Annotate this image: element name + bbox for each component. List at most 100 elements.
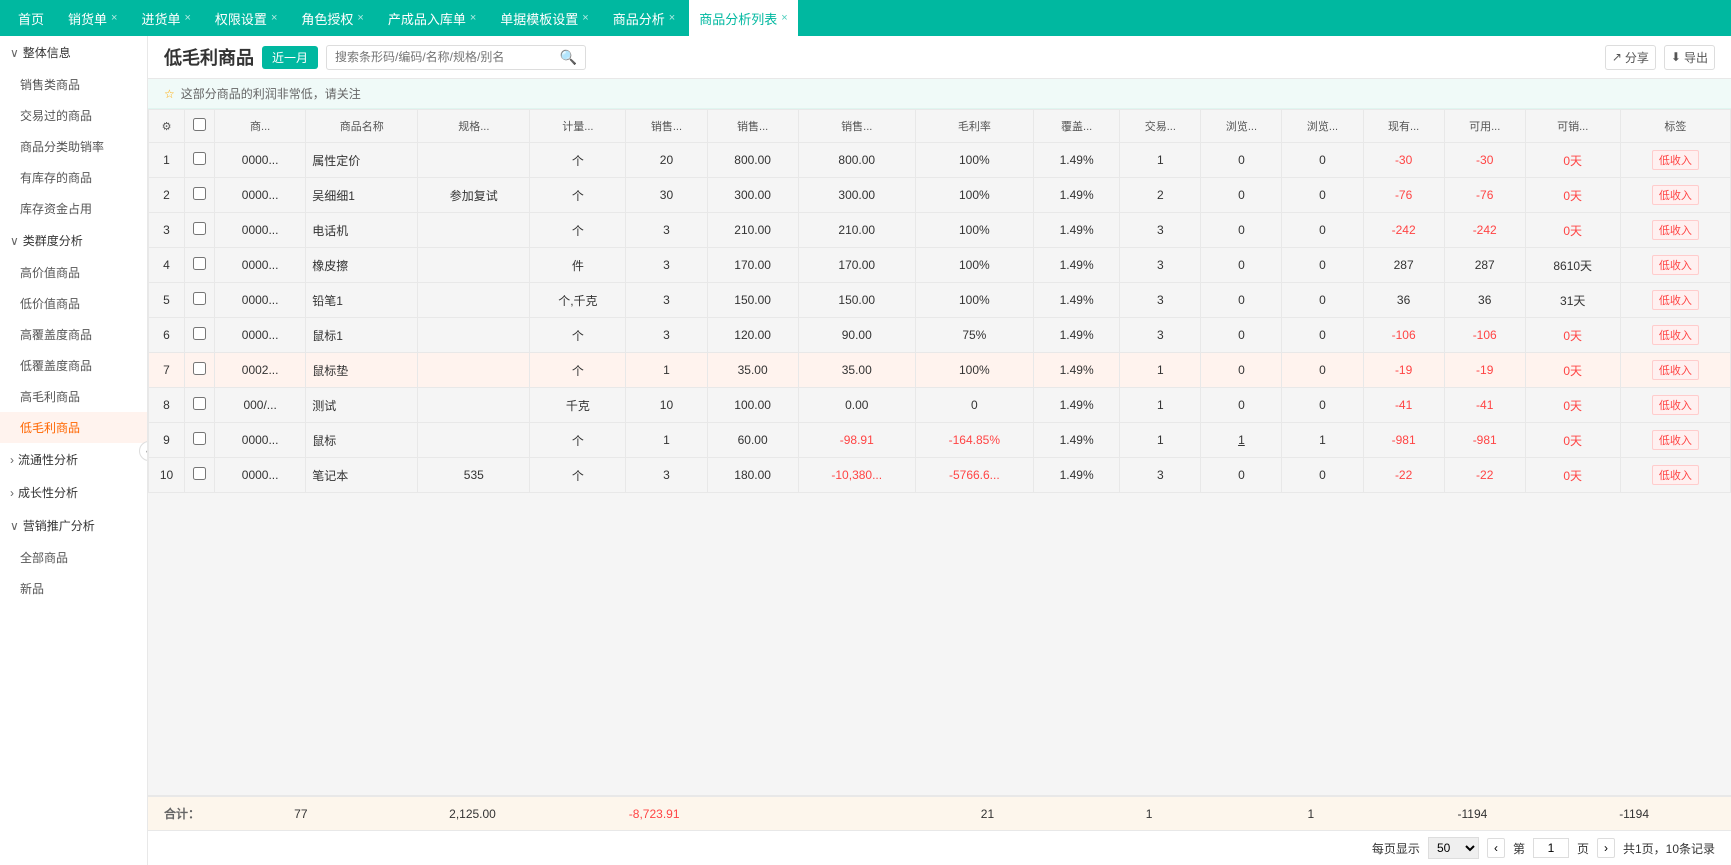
row-checkbox[interactable] <box>185 178 215 213</box>
row-code: 0002... <box>215 353 306 388</box>
row-name[interactable]: 属性定价 <box>306 143 418 178</box>
tag-badge: 低收入 <box>1652 360 1699 380</box>
sidebar-item-category-sales-rate[interactable]: 商品分类助销率 <box>0 131 147 162</box>
sidebar-item-all-products[interactable]: 全部商品 <box>0 542 147 573</box>
row-checkbox[interactable] <box>185 353 215 388</box>
sidebar-item-in-stock[interactable]: 有库存的商品 <box>0 162 147 193</box>
sidebar-item-high-profit[interactable]: 高毛利商品 <box>0 381 147 412</box>
nav-template-settings[interactable]: 单据模板设置 × <box>490 0 598 36</box>
row-select-checkbox[interactable] <box>193 362 206 375</box>
nav-home[interactable]: 首页 <box>8 0 54 36</box>
search-input[interactable] <box>335 50 560 64</box>
sidebar-item-low-profit[interactable]: 低毛利商品 <box>0 412 147 443</box>
sidebar-group-cluster-analysis[interactable]: ∨ 类群度分析 <box>0 224 147 257</box>
sidebar-item-high-coverage[interactable]: 高覆盖度商品 <box>0 319 147 350</box>
row-name[interactable]: 测试 <box>306 388 418 423</box>
share-button[interactable]: ↗ 分享 <box>1605 45 1656 70</box>
page-number-input[interactable] <box>1533 838 1569 858</box>
row-select-checkbox[interactable] <box>193 432 206 445</box>
sidebar-item-low-coverage[interactable]: 低覆盖度商品 <box>0 350 147 381</box>
row-code: 0000... <box>215 248 306 283</box>
row-checkbox[interactable] <box>185 283 215 318</box>
row-name[interactable]: 笔记本 <box>306 458 418 493</box>
export-icon: ⬇ <box>1671 50 1681 64</box>
select-all-checkbox[interactable] <box>193 118 206 131</box>
footer-browse1: 1 <box>1119 807 1179 821</box>
sidebar-group-growth-analysis[interactable]: › 成长性分析 <box>0 476 147 509</box>
nav-role-auth[interactable]: 角色授权 × <box>291 0 373 36</box>
row-saleable: 0天 <box>1525 178 1620 213</box>
page-label: 第 <box>1513 840 1525 857</box>
row-sale-price: 180.00 <box>707 458 798 493</box>
row-gross-rate: 100% <box>915 143 1033 178</box>
row-checkbox[interactable] <box>185 318 215 353</box>
row-select-checkbox[interactable] <box>193 152 206 165</box>
table-container: ⚙ 商... 商品名称 规格... 计量... 销售... 销售... 销售..… <box>148 109 1731 795</box>
sidebar-item-high-value[interactable]: 高价值商品 <box>0 257 147 288</box>
sidebar-group-liquidity-analysis[interactable]: › 流通性分析 <box>0 443 147 476</box>
row-sale-price: 170.00 <box>707 248 798 283</box>
nav-product-entry[interactable]: 产成品入库单 × <box>378 0 486 36</box>
row-saleable: 0天 <box>1525 388 1620 423</box>
col-sale-price-header: 销售... <box>707 110 798 143</box>
row-checkbox[interactable] <box>185 213 215 248</box>
row-name[interactable]: 鼠标 <box>306 423 418 458</box>
row-name[interactable]: 橡皮擦 <box>306 248 418 283</box>
close-icon[interactable]: × <box>271 12 277 24</box>
nav-permission-settings[interactable]: 权限设置 × <box>205 0 287 36</box>
row-gross-rate: 100% <box>915 213 1033 248</box>
sidebar-item-low-value[interactable]: 低价值商品 <box>0 288 147 319</box>
row-checkbox[interactable] <box>185 248 215 283</box>
table-footer: 合计： 77 2,125.00 -8,723.91 21 1 1 -1194 -… <box>148 795 1731 830</box>
row-code: 0000... <box>215 423 306 458</box>
row-gross-rate: -164.85% <box>915 423 1033 458</box>
prev-page-button[interactable]: ‹ <box>1487 838 1505 858</box>
close-icon[interactable]: × <box>357 12 363 24</box>
row-name[interactable]: 电话机 <box>306 213 418 248</box>
row-checkbox[interactable] <box>185 388 215 423</box>
nav-product-analysis-list[interactable]: 商品分析列表 × <box>689 0 797 36</box>
sidebar-group-general-info[interactable]: ∨ 整体信息 <box>0 36 147 69</box>
row-checkbox[interactable] <box>185 458 215 493</box>
row-select-checkbox[interactable] <box>193 467 206 480</box>
close-icon[interactable]: × <box>582 12 588 24</box>
close-icon[interactable]: × <box>781 12 787 24</box>
col-checkbox-header[interactable] <box>185 110 215 143</box>
row-saleable: 0天 <box>1525 213 1620 248</box>
row-select-checkbox[interactable] <box>193 222 206 235</box>
row-select-checkbox[interactable] <box>193 257 206 270</box>
close-icon[interactable]: × <box>669 12 675 24</box>
row-browse1[interactable]: 1 <box>1201 423 1282 458</box>
sidebar-item-inventory-capital[interactable]: 库存资金占用 <box>0 193 147 224</box>
close-icon[interactable]: × <box>111 12 117 24</box>
row-checkbox[interactable] <box>185 143 215 178</box>
sidebar-item-traded-products[interactable]: 交易过的商品 <box>0 100 147 131</box>
row-select-checkbox[interactable] <box>193 327 206 340</box>
row-saleable: 0天 <box>1525 353 1620 388</box>
row-checkbox[interactable] <box>185 423 215 458</box>
date-filter-button[interactable]: 近一月 <box>262 46 318 69</box>
row-name[interactable]: 吴细细1 <box>306 178 418 213</box>
next-page-button[interactable]: › <box>1597 838 1615 858</box>
export-button[interactable]: ⬇ 导出 <box>1664 45 1715 70</box>
close-icon[interactable]: × <box>470 12 476 24</box>
row-select-checkbox[interactable] <box>193 292 206 305</box>
close-icon[interactable]: × <box>184 12 190 24</box>
row-name[interactable]: 铅笔1 <box>306 283 418 318</box>
sidebar-item-sales-products[interactable]: 销售类商品 <box>0 69 147 100</box>
row-select-checkbox[interactable] <box>193 397 206 410</box>
row-select-checkbox[interactable] <box>193 187 206 200</box>
row-name[interactable]: 鼠标垫 <box>306 353 418 388</box>
row-available: 36 <box>1444 283 1525 318</box>
footer-available: -1194 <box>1604 807 1664 821</box>
per-page-select[interactable]: 50 10 20 100 <box>1428 837 1479 859</box>
nav-product-analysis[interactable]: 商品分析 × <box>603 0 685 36</box>
sidebar-item-new-products[interactable]: 新品 <box>0 573 147 604</box>
row-name[interactable]: 鼠标1 <box>306 318 418 353</box>
row-spec <box>418 318 530 353</box>
nav-purchase-order[interactable]: 进货单 × <box>131 0 200 36</box>
nav-sales-order[interactable]: 销货单 × <box>58 0 127 36</box>
col-settings[interactable]: ⚙ <box>149 110 185 143</box>
sidebar-group-marketing-analysis[interactable]: ∨ 营销推广分析 <box>0 509 147 542</box>
row-saleable: 0天 <box>1525 143 1620 178</box>
